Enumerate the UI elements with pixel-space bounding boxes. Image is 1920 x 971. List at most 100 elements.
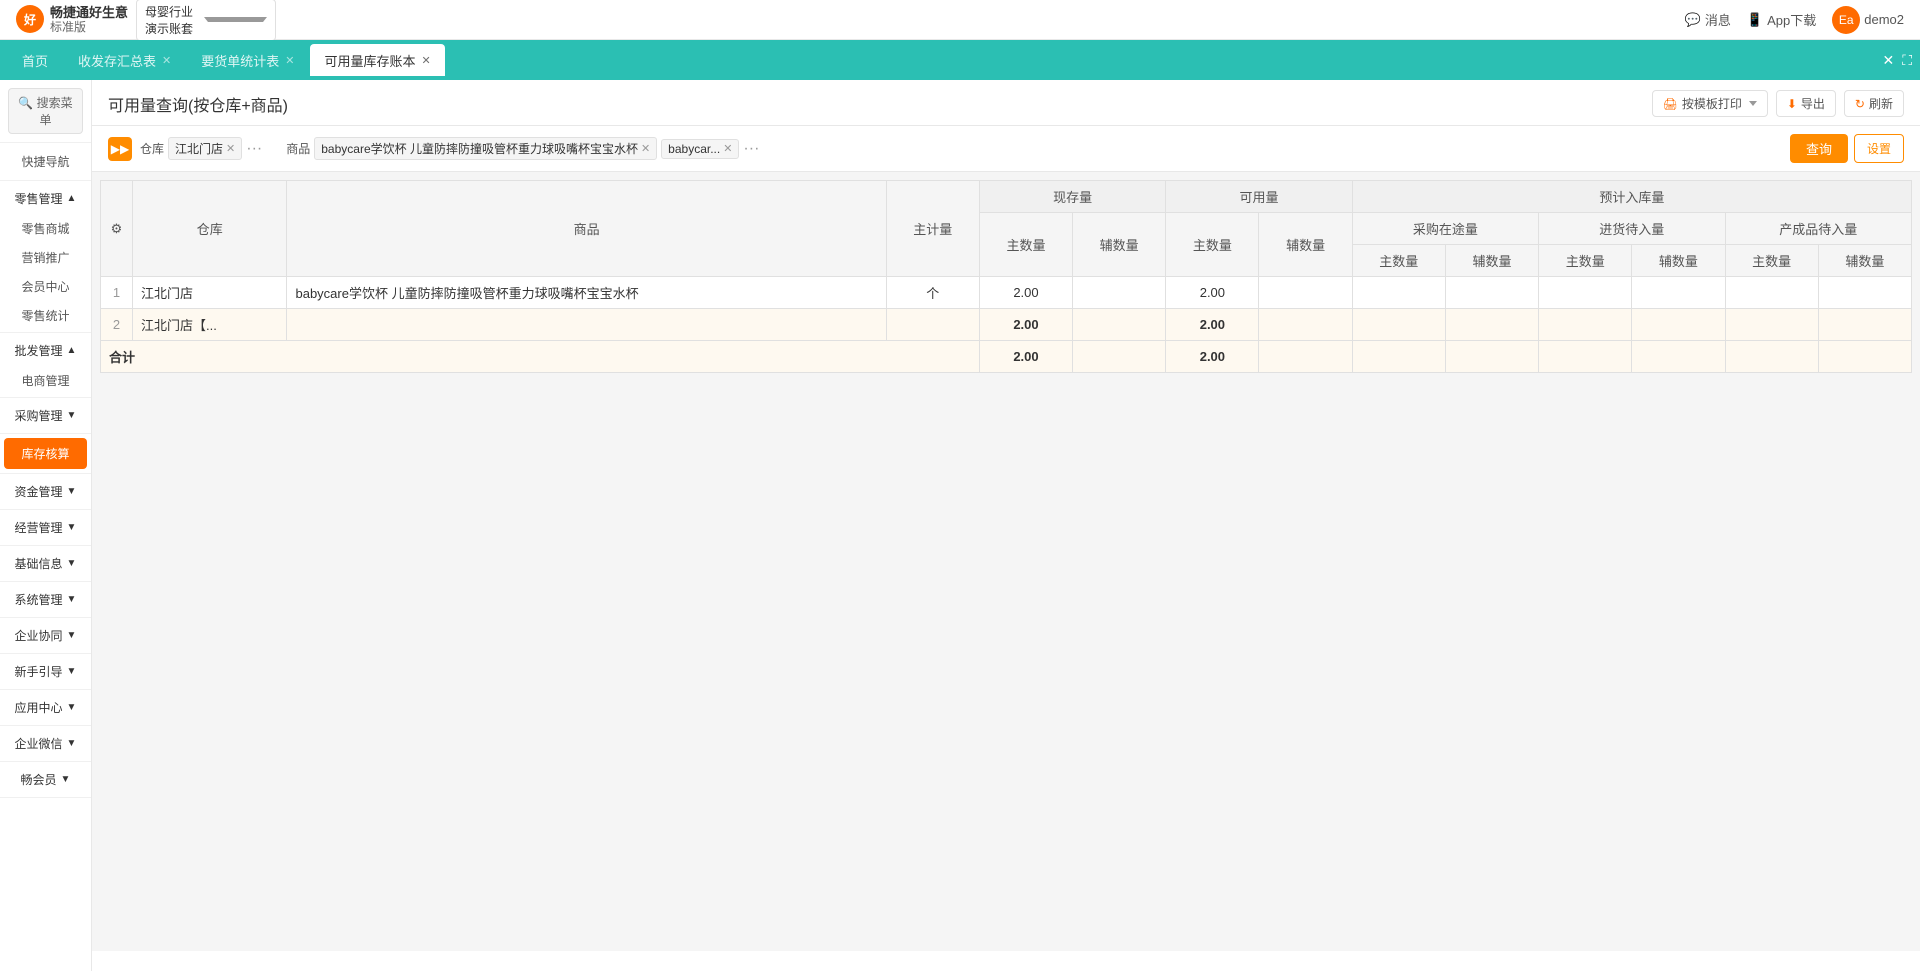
search-menu-btn[interactable]: 🔍 搜索菜单 <box>8 88 83 134</box>
footer-stock-main: 2.00 <box>979 341 1072 373</box>
tab-receive[interactable]: 收发存汇总表 ✕ <box>64 44 185 76</box>
sidebar-group-purchase-header[interactable]: 采购管理 ▼ <box>0 400 91 431</box>
cooperation-arrow-icon: ▼ <box>67 630 77 641</box>
warehouse-tag: 江北门店 ✕ <box>168 137 242 160</box>
message-icon: 💬 <box>1685 12 1701 28</box>
sidebar-group-wholesale: 批发管理 ▲ 电商管理 <box>0 333 91 398</box>
export-icon: ⬇ <box>1787 97 1797 111</box>
sidebar-item-retail-stats[interactable]: 零售统计 <box>0 301 91 330</box>
sidebar-group-system: 系统管理 ▼ <box>0 582 91 618</box>
row-prod-main-1 <box>1725 277 1818 309</box>
sidebar-group-basic: 基础信息 ▼ <box>0 546 91 582</box>
purchase-arrow-icon: ▼ <box>67 410 77 421</box>
sidebar-item-marketing[interactable]: 营销推广 <box>0 243 91 272</box>
sidebar-group-wholesale-header[interactable]: 批发管理 ▲ <box>0 335 91 366</box>
content-area: 可用量查询(按仓库+商品) 🖨 按模板打印 ⬇ 导出 ↻ 刷新 ▶▶ <box>92 80 1920 971</box>
sidebar-group-wechat: 企业微信 ▼ <box>0 726 91 762</box>
sidebar-group-cooperation: 企业协同 ▼ <box>0 618 91 654</box>
window-close-icon[interactable]: ✕ <box>1882 52 1894 69</box>
sidebar-group-retail: 零售管理 ▲ 零售商城 营销推广 会员中心 零售统计 <box>0 181 91 333</box>
sidebar-group-cooperation-header[interactable]: 企业协同 ▼ <box>0 620 91 651</box>
footer-inb-main <box>1539 341 1632 373</box>
sidebar-group-guide-header[interactable]: 新手引导 ▼ <box>0 656 91 687</box>
footer-prod-aux <box>1818 341 1911 373</box>
template-print-btn[interactable]: 🖨 按模板打印 <box>1652 90 1768 117</box>
sidebar-item-quick-nav[interactable]: 快捷导航 <box>0 147 91 176</box>
product-more-btn[interactable]: ··· <box>743 140 759 158</box>
footer-avail-main: 2.00 <box>1166 341 1259 373</box>
row-inb-aux-2 <box>1632 309 1725 341</box>
th-current-stock: 现存量 <box>979 181 1165 213</box>
sidebar-group-operation-header[interactable]: 经营管理 ▼ <box>0 512 91 543</box>
product-tags: babycare学饮杯 儿童防摔防撞吸管杯重力球吸嘴杯宝宝水杯 ✕ babyca… <box>314 137 759 160</box>
data-table: ⚙ 仓库 商品 主计量 现存量 <box>100 180 1912 373</box>
row-avail-aux-2 <box>1259 309 1352 341</box>
export-btn[interactable]: ⬇ 导出 <box>1776 90 1836 117</box>
tab-order-close[interactable]: ✕ <box>285 54 294 67</box>
app-download-btn[interactable]: 📱 App下载 <box>1747 10 1816 29</box>
row-warehouse-1: 江北门店 <box>133 277 287 309</box>
download-icon: 📱 <box>1747 12 1763 28</box>
sidebar-group-inventory-header[interactable]: 库存核算 <box>4 438 87 469</box>
row-inb-aux-1 <box>1632 277 1725 309</box>
appstore-arrow-icon: ▼ <box>67 702 77 713</box>
logo-text: 畅捷通好生意 标准版 <box>50 5 128 35</box>
th-proc-aux: 辅数量 <box>1445 245 1538 277</box>
th-production: 产成品待入量 <box>1725 213 1912 245</box>
sidebar-group-finance-header[interactable]: 资金管理 ▼ <box>0 476 91 507</box>
th-inb-aux: 辅数量 <box>1632 245 1725 277</box>
wholesale-arrow-icon: ▲ <box>67 345 77 356</box>
sidebar-group-purchase: 采购管理 ▼ <box>0 398 91 434</box>
footer-prod-main <box>1725 341 1818 373</box>
settings-gear-icon[interactable]: ⚙ <box>111 221 123 236</box>
product-tag-2-remove[interactable]: ✕ <box>723 142 732 155</box>
sidebar-group-operation: 经营管理 ▼ <box>0 510 91 546</box>
th-product: 商品 <box>287 181 886 277</box>
th-planned-inbound: 预计入库量 <box>1352 181 1911 213</box>
row-num-1: 1 <box>101 277 133 309</box>
wechat-arrow-icon: ▼ <box>67 738 77 749</box>
row-stock-aux-2 <box>1073 309 1166 341</box>
footer-stock-aux <box>1073 341 1166 373</box>
warehouse-tag-remove[interactable]: ✕ <box>226 142 235 155</box>
message-btn[interactable]: 💬 消息 <box>1685 10 1731 29</box>
th-prod-main: 主数量 <box>1725 245 1818 277</box>
th-available: 可用量 <box>1166 181 1352 213</box>
tab-home[interactable]: 首页 <box>8 44 62 76</box>
warehouse-more-btn[interactable]: ··· <box>246 140 262 158</box>
window-expand-icon[interactable]: ⛶ <box>1902 52 1912 69</box>
sidebar-group-wechat-header[interactable]: 企业微信 ▼ <box>0 728 91 759</box>
sidebar-group-appstore-header[interactable]: 应用中心 ▼ <box>0 692 91 723</box>
product-tag-1-remove[interactable]: ✕ <box>641 142 650 155</box>
tab-order[interactable]: 要货单统计表 ✕ <box>187 44 308 76</box>
top-bar: 好 畅捷通好生意 标准版 母婴行业演示账套 💬 消息 📱 App下载 Ea de… <box>0 0 1920 40</box>
top-bar-right: 💬 消息 📱 App下载 Ea demo2 <box>1685 6 1904 34</box>
row-product-1: babycare学饮杯 儿童防摔防撞吸管杯重力球吸嘴杯宝宝水杯 <box>287 277 886 309</box>
th-inbound: 进货待入量 <box>1539 213 1725 245</box>
sidebar-group-basic-header[interactable]: 基础信息 ▼ <box>0 548 91 579</box>
settings-btn[interactable]: 设置 <box>1854 134 1904 163</box>
row-inb-main-2 <box>1539 309 1632 341</box>
th-avail-aux: 辅数量 <box>1259 213 1352 277</box>
th-prod-aux: 辅数量 <box>1818 245 1911 277</box>
tab-available[interactable]: 可用量库存账本 ✕ <box>310 44 444 76</box>
filter-toggle-btn[interactable]: ▶▶ <box>108 137 132 161</box>
sidebar-item-ecommerce[interactable]: 电商管理 <box>0 366 91 395</box>
user-area[interactable]: Ea demo2 <box>1832 6 1904 34</box>
sidebar-item-retail-mall[interactable]: 零售商城 <box>0 214 91 243</box>
sidebar-group-system-header[interactable]: 系统管理 ▼ <box>0 584 91 615</box>
query-btn[interactable]: 查询 <box>1790 134 1848 163</box>
warehouse-tags: 江北门店 ✕ ··· <box>168 137 262 160</box>
tab-receive-close[interactable]: ✕ <box>162 54 171 67</box>
th-warehouse: 仓库 <box>133 181 287 277</box>
sidebar-item-member-center[interactable]: 会员中心 <box>0 272 91 301</box>
refresh-btn[interactable]: ↻ 刷新 <box>1844 90 1904 117</box>
table-row: 2 江北门店【... 2.00 2.00 <box>101 309 1912 341</box>
footer-proc-main <box>1352 341 1445 373</box>
tab-available-close[interactable]: ✕ <box>422 54 431 67</box>
sidebar-group-member-header[interactable]: 畅会员 ▼ <box>0 764 91 795</box>
member-arrow-icon: ▼ <box>61 774 71 785</box>
sidebar-group-retail-header[interactable]: 零售管理 ▲ <box>0 183 91 214</box>
row-proc-aux-1 <box>1445 277 1538 309</box>
store-selector[interactable]: 母婴行业演示账套 <box>136 0 276 41</box>
